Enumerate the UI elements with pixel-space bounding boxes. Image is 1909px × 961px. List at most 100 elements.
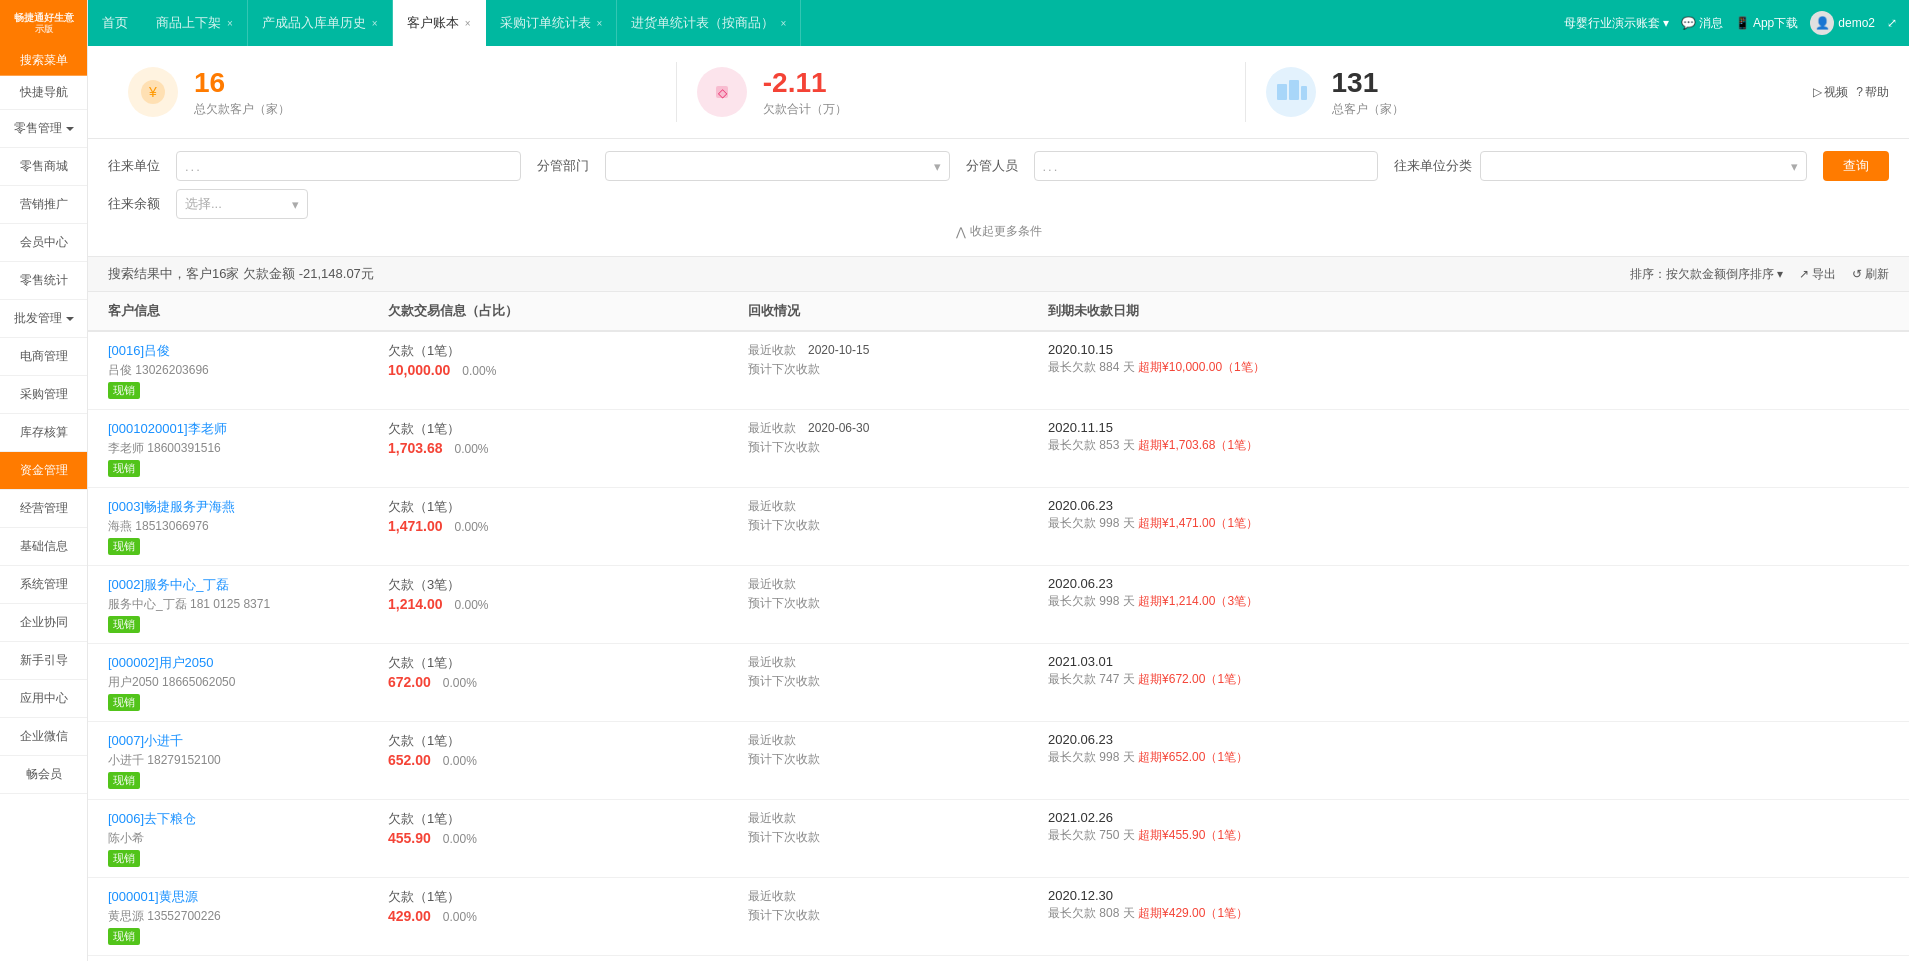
top-nav-right: 母婴行业演示账套 ▾ 💬 消息 📱 App下载 👤 demo2 ⤢ xyxy=(1552,11,1909,35)
sidebar-item-finance[interactable]: 资金管理 xyxy=(0,452,87,490)
debt-info-cell: 欠款（1笔） 429.00 0.00% xyxy=(388,888,748,924)
debt-info-cell: 欠款（1笔） 455.90 0.00% xyxy=(388,810,748,846)
overdue-link[interactable]: 超期¥429.00（1笔） xyxy=(1138,906,1248,920)
filter-dept-select[interactable]: ▾ xyxy=(605,151,950,181)
customer-badge: 现销 xyxy=(108,772,140,789)
customer-info-cell: [000001]黄思源 黄思源 13552700226 现销 xyxy=(108,888,388,945)
customer-name-link[interactable]: [000002]用户2050 xyxy=(108,654,388,672)
total-debt-value: -2.11 xyxy=(763,67,847,99)
overdue-link[interactable]: 超期¥672.00（1笔） xyxy=(1138,672,1248,686)
customer-name-link[interactable]: [0006]去下粮仓 xyxy=(108,810,388,828)
sidebar-item-purchase[interactable]: 采购管理 xyxy=(0,376,87,414)
table-header: 客户信息 欠款交易信息（占比） 回收情况 到期未收款日期 xyxy=(88,292,1909,332)
user-avatar[interactable]: 👤 demo2 xyxy=(1810,11,1875,35)
sidebar-item-operations[interactable]: 经营管理 xyxy=(0,490,87,528)
customer-name-link[interactable]: [0016]吕俊 xyxy=(108,342,388,360)
industry-selector[interactable]: 母婴行业演示账套 ▾ xyxy=(1564,15,1669,32)
customer-name-link[interactable]: [0002]服务中心_丁磊 xyxy=(108,576,388,594)
sidebar-item-system[interactable]: 系统管理 xyxy=(0,566,87,604)
refresh-btn[interactable]: ↺ 刷新 xyxy=(1852,266,1889,283)
logo-text: 畅捷通好生意 示版 xyxy=(14,12,74,35)
overdue-link[interactable]: 超期¥10,000.00（1笔） xyxy=(1138,360,1265,374)
sidebar-item-retail-mgmt[interactable]: 零售管理 xyxy=(0,110,87,148)
sidebar-item-retail-mall[interactable]: 零售商城 xyxy=(0,148,87,186)
sort-selector[interactable]: 排序：按欠款金额倒序排序 ▾ xyxy=(1630,266,1783,283)
customer-contact: 服务中心_丁磊 181 0125 8371 xyxy=(108,596,388,613)
filter-person-input[interactable]: ... xyxy=(1034,151,1379,181)
customer-name-link[interactable]: [000001]黄思源 xyxy=(108,888,388,906)
due-date-cell: 2020.06.23 最长欠款 998 天 超期¥1,471.00（1笔） xyxy=(1048,498,1889,532)
sidebar-item-members[interactable]: 会员中心 xyxy=(0,224,87,262)
due-date-cell: 2020.12.30 最长欠款 808 天 超期¥429.00（1笔） xyxy=(1048,888,1889,922)
overdue-link[interactable]: 超期¥455.90（1笔） xyxy=(1138,828,1248,842)
filter-balance-label: 往来余额 xyxy=(108,195,168,213)
customer-info-cell: [0006]去下粮仓 陈小希 现销 xyxy=(108,810,388,867)
tab-production-history[interactable]: 产成品入库单历史 × xyxy=(248,0,393,46)
customer-info-cell: [000002]用户2050 用户2050 18665062050 现销 xyxy=(108,654,388,711)
fullscreen-btn[interactable]: ⤢ xyxy=(1887,16,1897,30)
sidebar-item-basic-info[interactable]: 基础信息 xyxy=(0,528,87,566)
payback-cell: 最近收款 2020-10-15 预计下次收款 xyxy=(748,342,1048,380)
debt-info-cell: 欠款（1笔） 1,703.68 0.00% xyxy=(388,420,748,456)
sidebar-item-inventory[interactable]: 库存核算 xyxy=(0,414,87,452)
tab-product-publish[interactable]: 商品上下架 × xyxy=(142,0,248,46)
tab-customer-ledger[interactable]: 客户账本 × xyxy=(393,0,486,46)
filter-category-select[interactable]: ▾ xyxy=(1480,151,1807,181)
collapse-icon: ⋀ xyxy=(956,225,966,239)
chevron-down-icon: ▾ xyxy=(934,159,941,174)
overdue-link[interactable]: 超期¥652.00（1笔） xyxy=(1138,750,1248,764)
overdue-link[interactable]: 超期¥1,214.00（3笔） xyxy=(1138,594,1258,608)
help-btn[interactable]: ? 帮助 xyxy=(1856,84,1889,101)
sidebar-item-wechat-work[interactable]: 企业微信 xyxy=(0,718,87,756)
sidebar-item-marketing[interactable]: 营销推广 xyxy=(0,186,87,224)
sidebar-item-retail-stats[interactable]: 零售统计 xyxy=(0,262,87,300)
debt-info-cell: 欠款（1笔） 652.00 0.00% xyxy=(388,732,748,768)
download-icon: 📱 xyxy=(1735,16,1750,30)
tab-purchase-stats[interactable]: 采购订单统计表 × xyxy=(486,0,618,46)
chevron-down-icon: ▾ xyxy=(1777,267,1783,281)
customer-name-link[interactable]: [0003]畅捷服务尹海燕 xyxy=(108,498,388,516)
collapse-filter-btn[interactable]: ⋀ 收起更多条件 xyxy=(108,219,1889,244)
search-menu[interactable]: 搜索菜单 xyxy=(0,46,87,76)
sidebar-item-ecommerce[interactable]: 电商管理 xyxy=(0,338,87,376)
sidebar-item-newbie[interactable]: 新手引导 xyxy=(0,642,87,680)
message-btn[interactable]: 💬 消息 xyxy=(1681,15,1723,32)
close-icon[interactable]: × xyxy=(597,18,603,29)
stat-debt-customers: ¥ 16 总欠款客户（家） xyxy=(108,67,676,118)
video-btn[interactable]: ▷ 视频 xyxy=(1813,84,1848,101)
table-row: [0007]小进千 小进千 18279152100 现销 欠款（1笔） 652.… xyxy=(88,722,1909,800)
due-date-cell: 2020.10.15 最长欠款 884 天 超期¥10,000.00（1笔） xyxy=(1048,342,1889,376)
sidebar-item-wholesale[interactable]: 批发管理 xyxy=(0,300,87,338)
sidebar-item-enterprise[interactable]: 企业协同 xyxy=(0,604,87,642)
close-icon[interactable]: × xyxy=(465,18,471,29)
total-customers-value: 131 xyxy=(1332,67,1404,99)
svg-rect-6 xyxy=(1301,86,1307,100)
customer-name-link[interactable]: [0001020001]李老师 xyxy=(108,420,388,438)
close-icon[interactable]: × xyxy=(372,18,378,29)
close-icon[interactable]: × xyxy=(780,18,786,29)
video-icon: ▷ xyxy=(1813,85,1822,99)
tab-inbound-stats[interactable]: 进货单统计表（按商品） × xyxy=(617,0,801,46)
quick-nav[interactable]: 快捷导航 xyxy=(0,76,87,110)
debt-info-cell: 欠款（3笔） 1,214.00 0.00% xyxy=(388,576,748,612)
col-customer-info: 客户信息 xyxy=(108,302,388,320)
debt-customers-label: 总欠款客户（家） xyxy=(194,101,290,118)
overdue-link[interactable]: 超期¥1,471.00（1笔） xyxy=(1138,516,1258,530)
col-debt-info: 欠款交易信息（占比） xyxy=(388,302,748,320)
payback-cell: 最近收款 预计下次收款 xyxy=(748,576,1048,614)
query-button[interactable]: 查询 xyxy=(1823,151,1889,181)
due-date-cell: 2021.03.01 最长欠款 747 天 超期¥672.00（1笔） xyxy=(1048,654,1889,688)
sidebar-item-apps[interactable]: 应用中心 xyxy=(0,680,87,718)
export-btn[interactable]: ↗ 导出 xyxy=(1799,266,1836,283)
filter-unit-input[interactable]: ... xyxy=(176,151,521,181)
close-icon[interactable]: × xyxy=(227,18,233,29)
filter-balance-select[interactable]: 选择... ▾ xyxy=(176,189,308,219)
customer-name-link[interactable]: [0007]小进千 xyxy=(108,732,388,750)
sidebar-item-vip[interactable]: 畅会员 xyxy=(0,756,87,794)
customer-contact: 黄思源 13552700226 xyxy=(108,908,388,925)
app-download-btn[interactable]: 📱 App下载 xyxy=(1735,15,1798,32)
customer-contact: 用户2050 18665062050 xyxy=(108,674,388,691)
total-customers-label: 总客户（家） xyxy=(1332,101,1404,118)
overdue-link[interactable]: 超期¥1,703.68（1笔） xyxy=(1138,438,1258,452)
tab-home[interactable]: 首页 xyxy=(88,0,142,46)
